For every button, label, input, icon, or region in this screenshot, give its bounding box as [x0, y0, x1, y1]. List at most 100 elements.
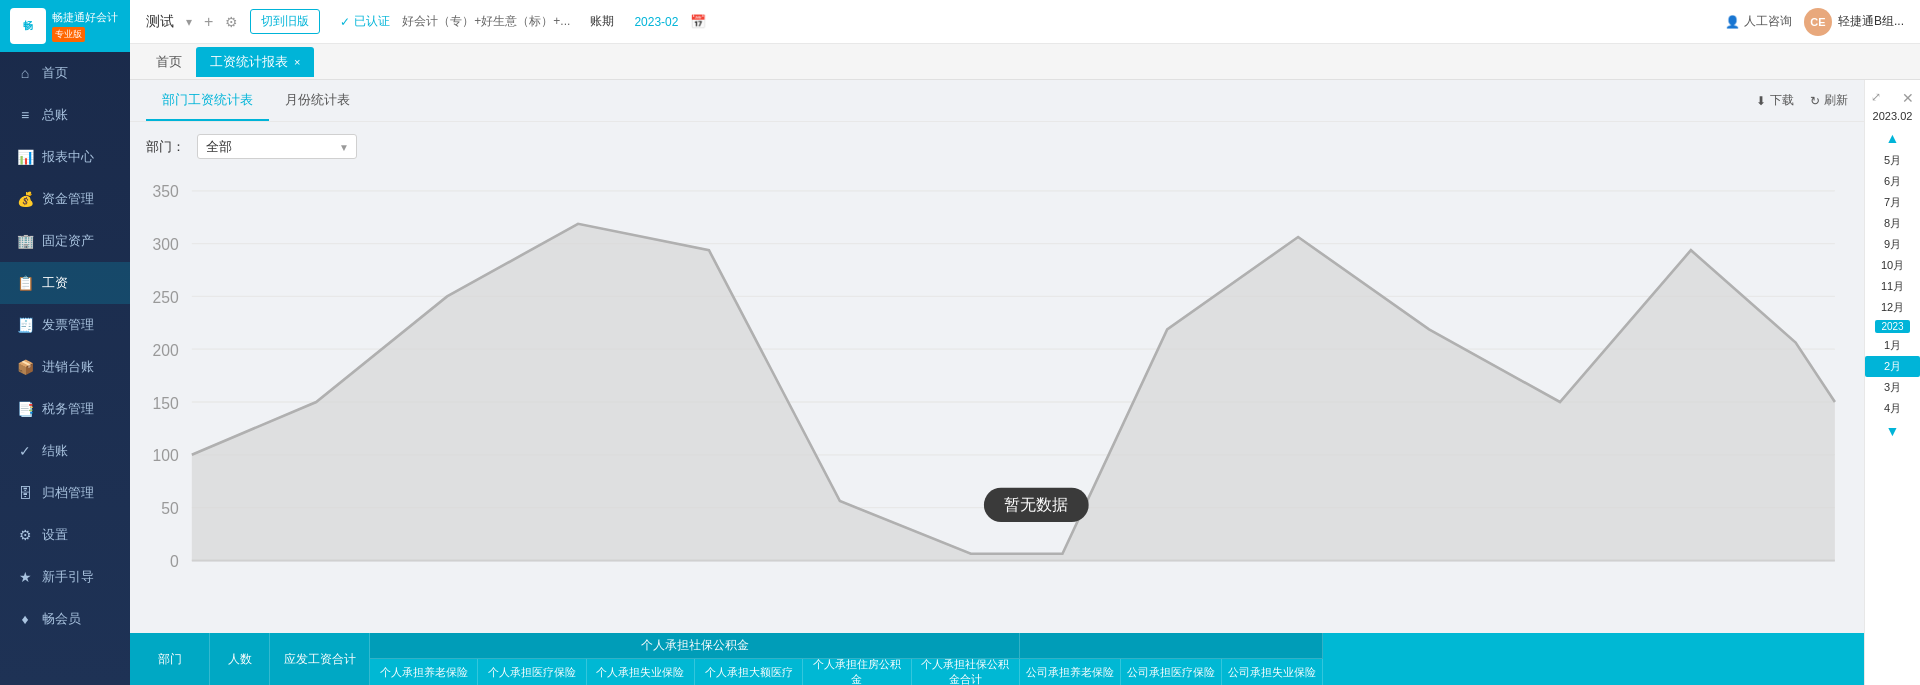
group-individual-insurance: 个人承担社保公积金 个人承担养老保险 个人承担医疗保险 个人承担失业保险 [370, 633, 1020, 685]
tab-home[interactable]: 首页 [142, 47, 196, 77]
group-company-insurance: 公司承担养老保险 公司承担医疗保险 公司承担失业保险 [1020, 633, 1323, 685]
guide-icon: ★ [16, 569, 34, 585]
month-7[interactable]: 7月 [1865, 192, 1920, 213]
group2-cols: 公司承担养老保险 公司承担医疗保险 公司承担失业保险 [1020, 659, 1323, 685]
sidebar-item-label: 发票管理 [42, 316, 94, 334]
sidebar-item-archive[interactable]: 🗄 归档管理 [0, 472, 130, 514]
month-9[interactable]: 9月 [1865, 234, 1920, 255]
sidebar-item-guide[interactable]: ★ 新手引导 [0, 556, 130, 598]
app-edition-badge: 专业版 [52, 27, 85, 42]
period-label: 账期 [590, 13, 614, 30]
col-total-salary: 应发工资合计 [270, 633, 370, 685]
subtab-dept[interactable]: 部门工资统计表 [146, 81, 269, 121]
sidebar-item-label: 结账 [42, 442, 68, 460]
close-panel-btn[interactable]: ✕ [1902, 90, 1914, 106]
group-cols: 个人承担养老保险 个人承担医疗保险 个人承担失业保险 个人承担大额医疗 个人承担 [370, 659, 1020, 685]
switch-to-old-btn[interactable]: 切到旧版 [250, 9, 320, 34]
tab-salary-label: 工资统计报表 [210, 53, 288, 71]
col-pension-comp: 公司承担养老保险 [1020, 659, 1121, 685]
col-medical-ind: 个人承担医疗保险 [478, 659, 586, 685]
topbar-add-icon[interactable]: + [204, 13, 213, 31]
tab-salary-report[interactable]: 工资统计报表 × [196, 47, 314, 77]
tab-close-btn[interactable]: × [294, 56, 300, 68]
ledger-icon: ≡ [16, 107, 34, 123]
ai-label: 人工咨询 [1744, 13, 1792, 30]
tags-text: 好会计（专）+好生意（标）+... [402, 13, 570, 30]
sidebar-item-checkout[interactable]: ✓ 结账 [0, 430, 130, 472]
year-badge-2023: 2023 [1875, 320, 1909, 333]
col-dept: 部门 [130, 633, 210, 685]
funds-icon: 💰 [16, 191, 34, 207]
download-label: 下载 [1770, 92, 1794, 109]
subtab-monthly[interactable]: 月份统计表 [269, 81, 366, 121]
month-4[interactable]: 4月 [1865, 398, 1920, 419]
sidebar-item-label: 资金管理 [42, 190, 94, 208]
sidebar-item-tax[interactable]: 📑 税务管理 [0, 388, 130, 430]
tax-icon: 📑 [16, 401, 34, 417]
month-6[interactable]: 6月 [1865, 171, 1920, 192]
dept-select[interactable]: 全部 销售部 财务部 人事部 技术部 [197, 134, 357, 159]
month-12[interactable]: 12月 [1865, 297, 1920, 318]
sidebar-item-label: 固定资产 [42, 232, 94, 250]
filter-bar: 部门： 全部 销售部 财务部 人事部 技术部 [130, 122, 1864, 171]
month-5[interactable]: 5月 [1865, 150, 1920, 171]
settings-icon: ⚙ [16, 527, 34, 543]
col-unemployment-ind: 个人承担失业保险 [587, 659, 695, 685]
topbar-status: ✓ 已认证 [340, 13, 390, 30]
avatar-text: CE [1810, 16, 1825, 28]
month-8[interactable]: 8月 [1865, 213, 1920, 234]
sidebar-item-label: 总账 [42, 106, 68, 124]
panel-down-arrow[interactable]: ▼ [1884, 421, 1902, 441]
group-label: 个人承担社保公积金 [370, 633, 1020, 659]
topbar-dropdown-arrow[interactable]: ▾ [186, 15, 192, 29]
calendar-icon[interactable]: 📅 [690, 14, 706, 29]
sidebar-item-label: 进销台账 [42, 358, 94, 376]
sidebar-item-invoice[interactable]: 🧾 发票管理 [0, 304, 130, 346]
topbar-settings-icon[interactable]: ⚙ [225, 14, 238, 30]
subtab-bar: 部门工资统计表 月份统计表 ⬇ 下载 ↻ 刷新 [130, 80, 1864, 122]
sidebar-item-label: 工资 [42, 274, 68, 292]
refresh-icon: ↻ [1810, 94, 1820, 108]
chart-area: 350 300 250 200 150 100 50 0 [130, 171, 1864, 633]
month-3[interactable]: 3月 [1865, 377, 1920, 398]
bottom-table-header: 部门 人数 应发工资合计 个人承担社保公积金 个人承担养老保险 [130, 633, 1864, 685]
tab-home-label: 首页 [156, 53, 182, 71]
sidebar-item-funds[interactable]: 💰 资金管理 [0, 178, 130, 220]
content-main: 部门工资统计表 月份统计表 ⬇ 下载 ↻ 刷新 [130, 80, 1864, 685]
subtab-list: 部门工资统计表 月份统计表 [146, 81, 366, 121]
svg-text:150: 150 [153, 395, 179, 412]
sidebar-item-home[interactable]: ⌂ 首页 [0, 52, 130, 94]
download-btn[interactable]: ⬇ 下载 [1756, 92, 1794, 109]
right-panel: ⤢ ✕ 2023.02 ▲ 5月 6月 7月 8月 9月 10月 11月 12月… [1864, 80, 1920, 685]
svg-text:350: 350 [153, 183, 179, 200]
sidebar-item-ledger[interactable]: ≡ 总账 [0, 94, 130, 136]
sidebar-item-assets[interactable]: 🏢 固定资产 [0, 220, 130, 262]
month-10[interactable]: 10月 [1865, 255, 1920, 276]
sidebar-item-member[interactable]: ♦ 畅会员 [0, 598, 130, 640]
sidebar-item-reports[interactable]: 📊 报表中心 [0, 136, 130, 178]
sidebar-item-label: 首页 [42, 64, 68, 82]
avatar: CE [1804, 8, 1832, 36]
status-label: 已认证 [354, 13, 390, 30]
salary-icon: 📋 [16, 275, 34, 291]
subtab-actions: ⬇ 下载 ↻ 刷新 [1756, 92, 1848, 109]
svg-text:300: 300 [153, 236, 179, 253]
month-11[interactable]: 11月 [1865, 276, 1920, 297]
month-1[interactable]: 1月 [1865, 335, 1920, 356]
sidebar-item-settings[interactable]: ⚙ 设置 [0, 514, 130, 556]
panel-up-arrow[interactable]: ▲ [1884, 128, 1902, 148]
sidebar-item-label: 归档管理 [42, 484, 94, 502]
col-total-ind: 个人承担社保公积金合计 [912, 659, 1020, 685]
month-2[interactable]: 2月 [1865, 356, 1920, 377]
sidebar-item-salary[interactable]: 📋 工资 [0, 262, 130, 304]
topbar-right: 👤 人工咨询 CE 轻捷通B组... [1725, 8, 1904, 36]
refresh-btn[interactable]: ↻ 刷新 [1810, 92, 1848, 109]
sidebar: 畅 畅捷通好会计 专业版 ⌂ 首页 ≡ 总账 📊 报表中心 💰 资金管理 🏢 固… [0, 0, 130, 685]
col-headcount: 人数 [210, 633, 270, 685]
expand-icon[interactable]: ⤢ [1871, 90, 1881, 106]
col-unemployment-comp: 公司承担失业保险 [1222, 659, 1323, 685]
subtab-dept-label: 部门工资统计表 [162, 92, 253, 107]
ai-consult-btn[interactable]: 👤 人工咨询 [1725, 13, 1792, 30]
svg-text:100: 100 [153, 447, 179, 464]
sidebar-item-trade[interactable]: 📦 进销台账 [0, 346, 130, 388]
